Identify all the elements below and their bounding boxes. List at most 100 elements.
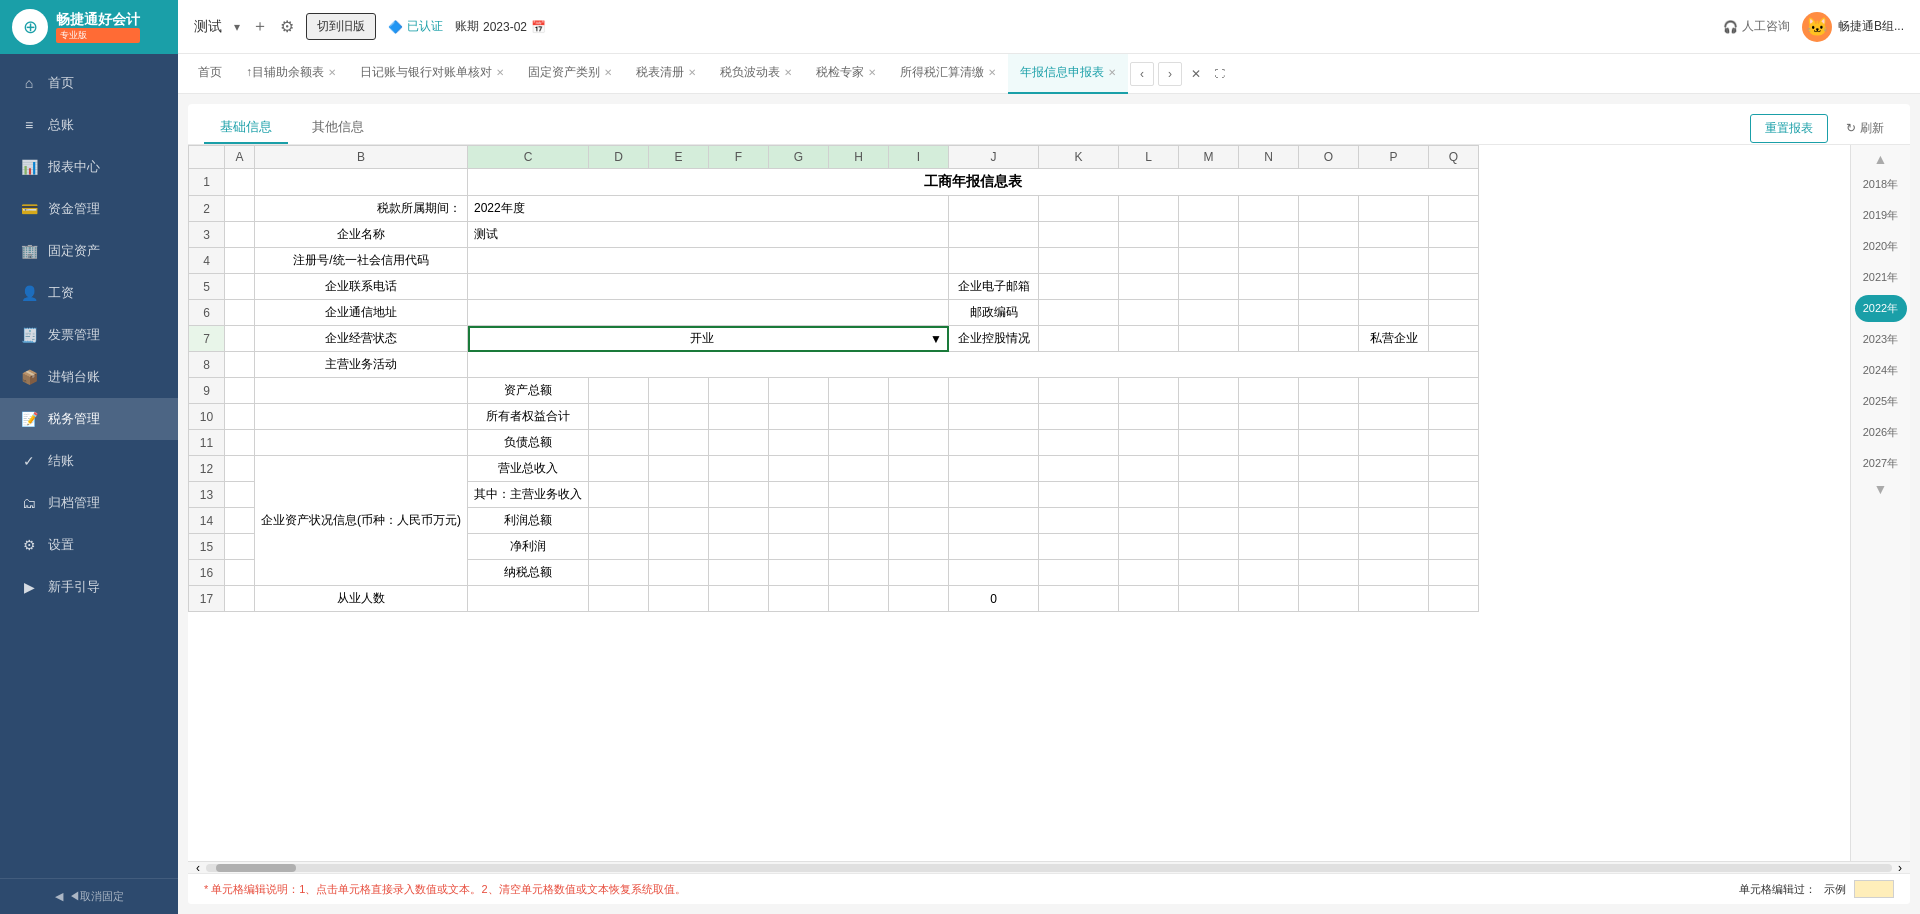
cell[interactable]	[1119, 456, 1179, 482]
cell[interactable]	[225, 482, 255, 508]
sidebar-item-invoice[interactable]: 🧾 发票管理	[0, 314, 178, 356]
service-button[interactable]: 🎧 人工咨询	[1723, 18, 1790, 35]
cell[interactable]	[709, 482, 769, 508]
cell[interactable]	[589, 456, 649, 482]
sidebar-item-fund[interactable]: 💳 资金管理	[0, 188, 178, 230]
cell[interactable]: 企业经营状态	[255, 326, 468, 352]
cell[interactable]	[649, 456, 709, 482]
cell[interactable]	[649, 560, 709, 586]
cell[interactable]: 纳税总额	[468, 560, 589, 586]
cell[interactable]	[709, 404, 769, 430]
cell[interactable]	[1179, 222, 1239, 248]
cell[interactable]	[1239, 326, 1299, 352]
cell[interactable]	[1179, 482, 1239, 508]
cell[interactable]	[709, 534, 769, 560]
cell[interactable]	[1429, 586, 1479, 612]
cell[interactable]	[949, 560, 1039, 586]
tab-income-tax[interactable]: 所得税汇算清缴 ✕	[888, 54, 1008, 94]
cell[interactable]	[1359, 560, 1429, 586]
cell[interactable]	[225, 169, 255, 196]
cell[interactable]	[225, 404, 255, 430]
cell[interactable]	[649, 508, 709, 534]
cell[interactable]	[1119, 222, 1179, 248]
cell[interactable]	[1239, 430, 1299, 456]
cell[interactable]	[1039, 248, 1119, 274]
cell[interactable]	[255, 169, 468, 196]
cell[interactable]	[1239, 300, 1299, 326]
cell[interactable]	[889, 560, 949, 586]
cell[interactable]	[225, 352, 255, 378]
cell[interactable]	[1039, 378, 1119, 404]
year-item-2018[interactable]: 2018年	[1855, 171, 1907, 198]
cell[interactable]	[1429, 560, 1479, 586]
cell[interactable]	[1239, 222, 1299, 248]
cell-merged[interactable]: 企业资产状况信息(币种：人民币万元)	[255, 456, 468, 586]
cell[interactable]: 邮政编码	[949, 300, 1039, 326]
tab-annual-report[interactable]: 年报信息申报表 ✕	[1008, 54, 1128, 94]
cell[interactable]	[1039, 482, 1119, 508]
cell[interactable]	[1119, 326, 1179, 352]
cell[interactable]: 企业联系电话	[255, 274, 468, 300]
cell[interactable]	[829, 404, 889, 430]
cell[interactable]: 负债总额	[468, 430, 589, 456]
cell[interactable]	[649, 586, 709, 612]
cell[interactable]	[1299, 248, 1359, 274]
cell[interactable]	[1359, 430, 1429, 456]
cell[interactable]: 企业电子邮箱	[949, 274, 1039, 300]
cell[interactable]	[649, 482, 709, 508]
scroll-thumb[interactable]	[216, 864, 296, 872]
cell[interactable]	[889, 404, 949, 430]
cell[interactable]: 企业名称	[255, 222, 468, 248]
cell[interactable]	[225, 222, 255, 248]
cell[interactable]	[1179, 404, 1239, 430]
sidebar-item-tax[interactable]: 📝 税务管理	[0, 398, 178, 440]
cell[interactable]	[1179, 378, 1239, 404]
cell[interactable]	[1119, 430, 1179, 456]
cell[interactable]	[949, 378, 1039, 404]
cell[interactable]	[1299, 560, 1359, 586]
cell[interactable]	[1179, 586, 1239, 612]
cell[interactable]	[1299, 404, 1359, 430]
cell[interactable]	[829, 456, 889, 482]
cell[interactable]	[1179, 456, 1239, 482]
cell[interactable]	[225, 534, 255, 560]
cell[interactable]	[1299, 482, 1359, 508]
sidebar-item-wage[interactable]: 👤 工资	[0, 272, 178, 314]
cell[interactable]	[949, 430, 1039, 456]
cell[interactable]	[1429, 534, 1479, 560]
cell[interactable]	[1039, 404, 1119, 430]
cell[interactable]	[709, 560, 769, 586]
sidebar-item-stock[interactable]: 📦 进销台账	[0, 356, 178, 398]
sidebar-item-settings[interactable]: ⚙ 设置	[0, 524, 178, 566]
cell[interactable]	[709, 508, 769, 534]
cell[interactable]	[649, 378, 709, 404]
cell[interactable]	[1039, 326, 1119, 352]
cell[interactable]	[1299, 430, 1359, 456]
cell[interactable]	[225, 248, 255, 274]
tab-expand-button[interactable]: ⛶	[1208, 62, 1232, 86]
cell[interactable]	[1039, 430, 1119, 456]
sub-tab-other[interactable]: 其他信息	[296, 112, 380, 144]
cell[interactable]	[769, 586, 829, 612]
year-item-2020[interactable]: 2020年	[1855, 233, 1907, 260]
sidebar-item-ledger[interactable]: ≡ 总账	[0, 104, 178, 146]
cell[interactable]	[769, 378, 829, 404]
spreadsheet[interactable]: A B C D E F G H I J	[188, 145, 1850, 861]
cell[interactable]	[1119, 560, 1179, 586]
cell[interactable]	[468, 300, 949, 326]
cell[interactable]: 营业总收入	[468, 456, 589, 482]
calendar-icon[interactable]: 📅	[531, 20, 546, 34]
user-button[interactable]: 🐱 畅捷通B组...	[1802, 12, 1904, 42]
cell[interactable]	[1359, 274, 1429, 300]
cell[interactable]	[1239, 196, 1299, 222]
cell[interactable]	[1239, 378, 1299, 404]
cell[interactable]	[1359, 196, 1429, 222]
cell[interactable]	[1239, 560, 1299, 586]
cell[interactable]	[1179, 430, 1239, 456]
cell[interactable]	[1179, 300, 1239, 326]
cell[interactable]	[889, 378, 949, 404]
cell[interactable]	[1429, 404, 1479, 430]
cell[interactable]	[769, 456, 829, 482]
cell[interactable]	[709, 586, 769, 612]
cell[interactable]	[829, 378, 889, 404]
